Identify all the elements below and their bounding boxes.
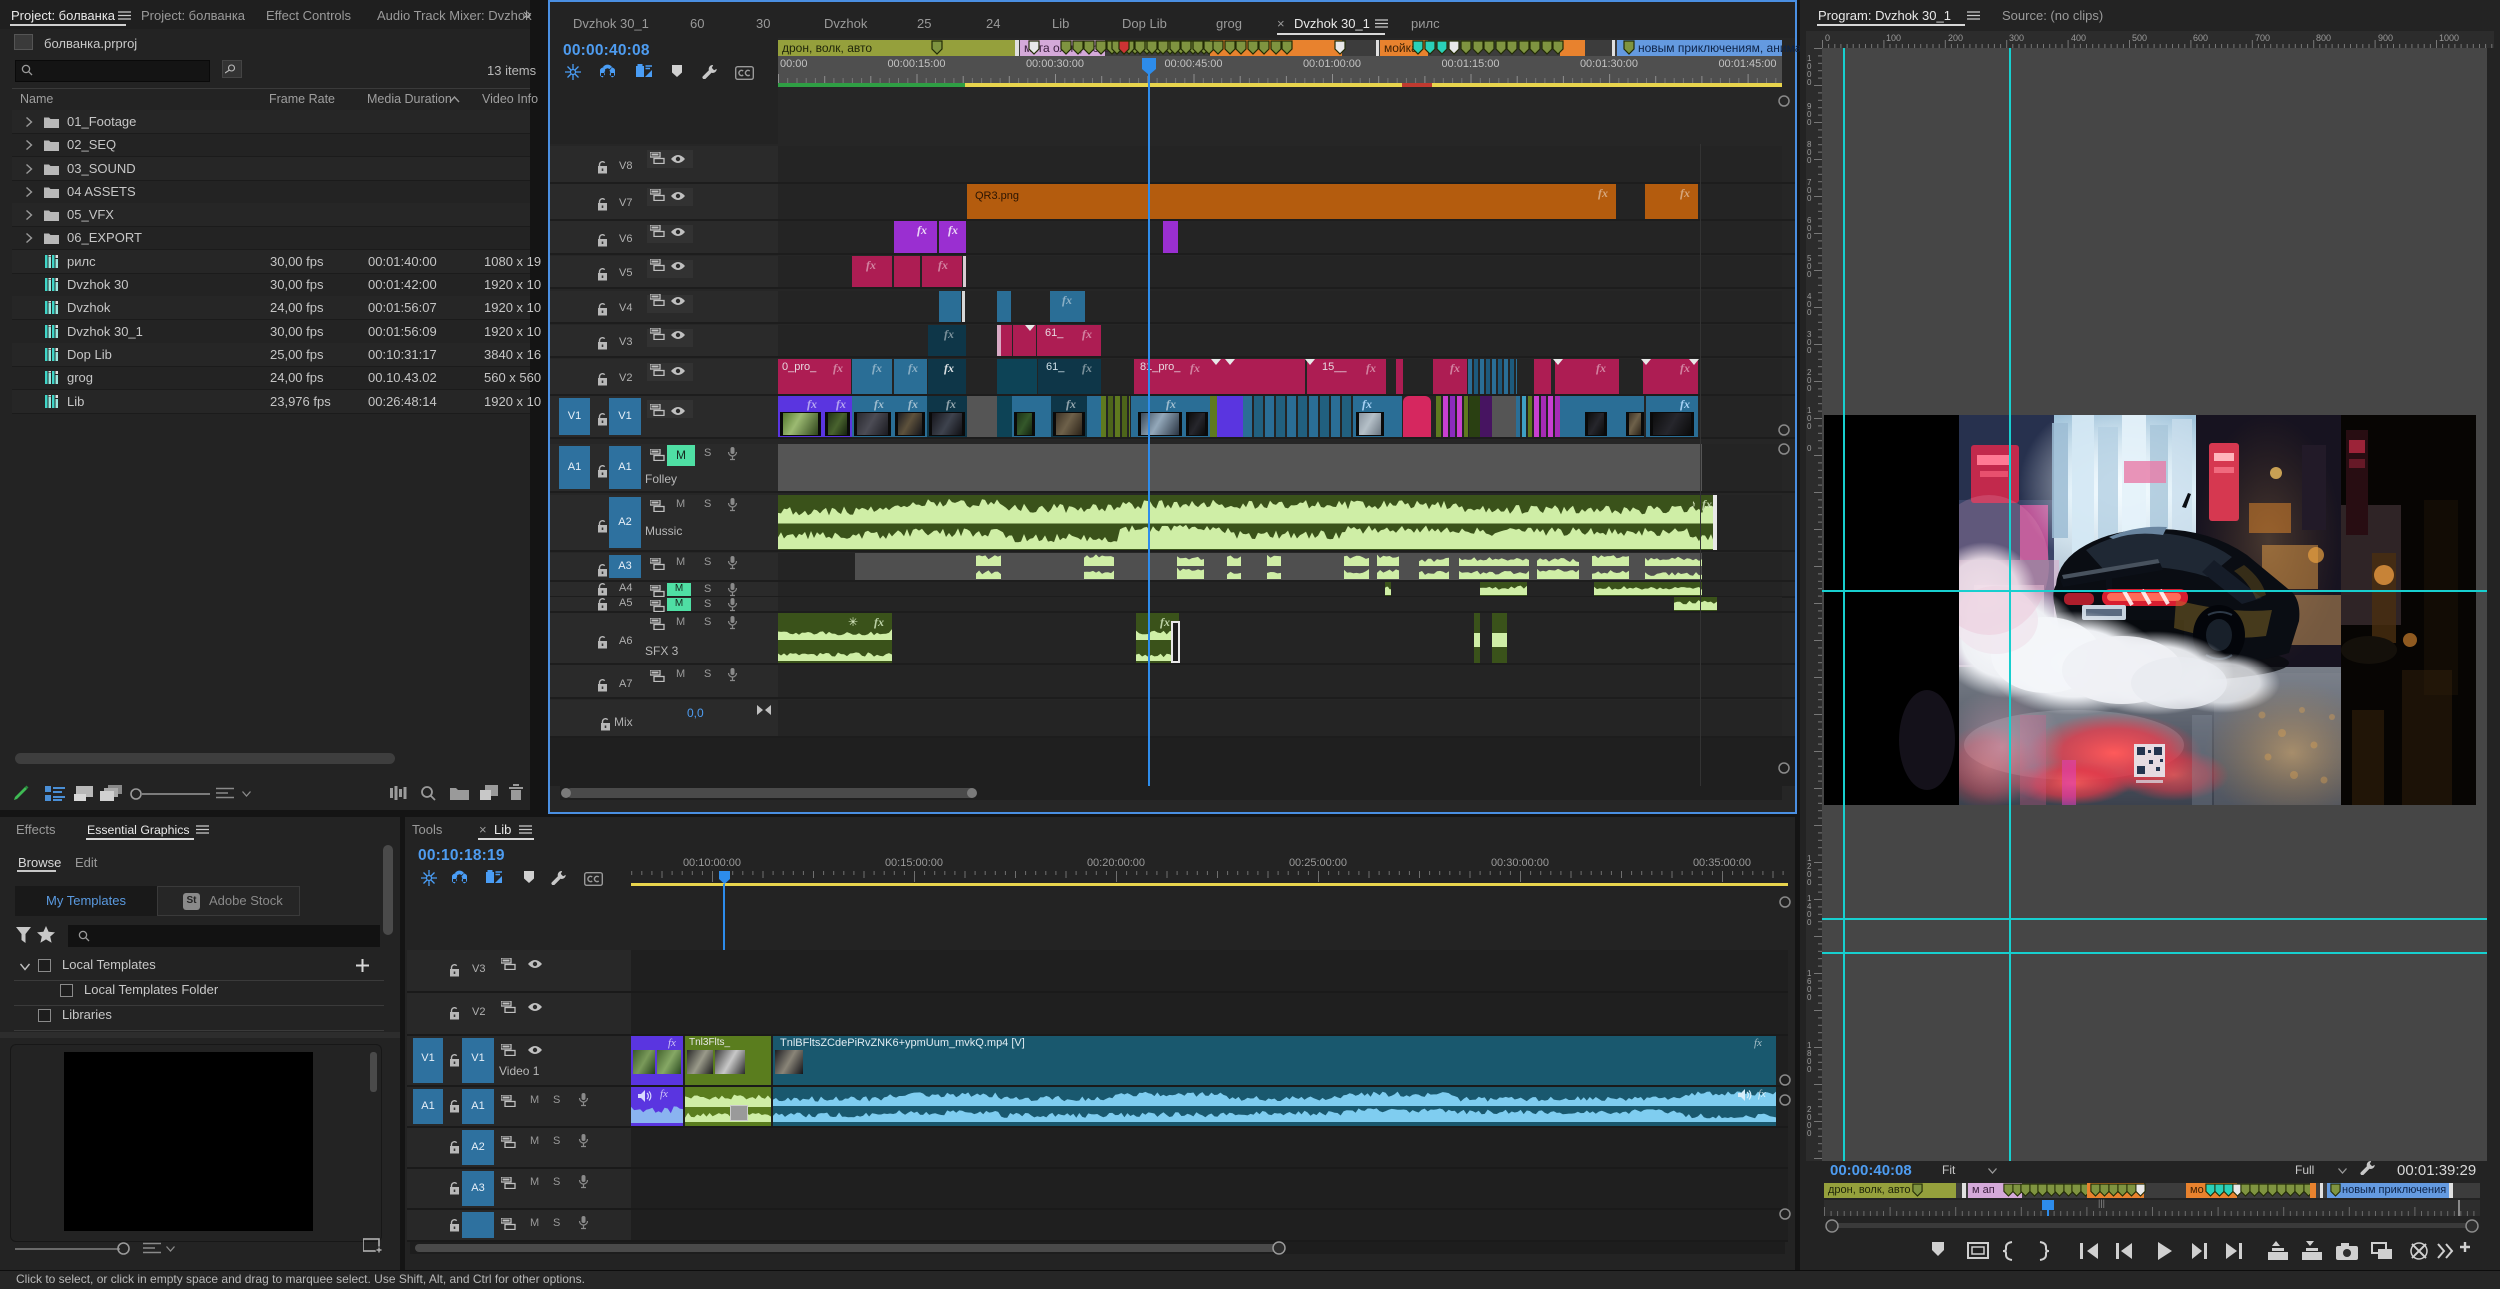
svg-text:600: 600 [2193, 33, 2208, 43]
svg-text:100: 100 [1886, 33, 1901, 43]
svg-text:700: 700 [2255, 33, 2270, 43]
svg-text:500: 500 [2132, 33, 2147, 43]
svg-text:200: 200 [1948, 33, 1963, 43]
svg-text:300: 300 [2009, 33, 2024, 43]
svg-text:800: 800 [2316, 33, 2331, 43]
svg-text:900: 900 [2378, 33, 2393, 43]
svg-text:0: 0 [1825, 33, 1830, 43]
svg-text:1000: 1000 [2439, 33, 2459, 43]
svg-text:400: 400 [2071, 33, 2086, 43]
